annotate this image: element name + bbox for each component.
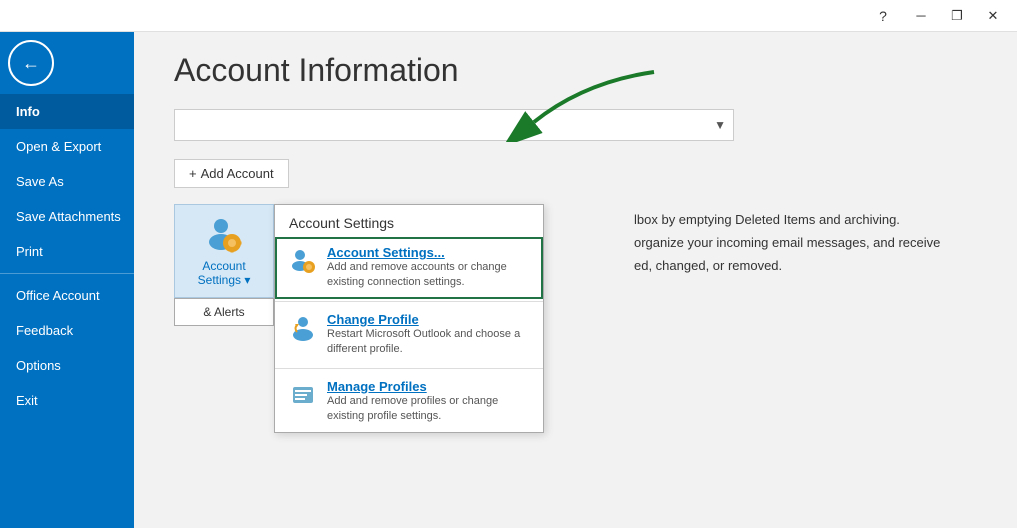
sidebar-item-exit[interactable]: Exit — [0, 383, 134, 418]
info-line-4: ed, changed, or removed. — [634, 258, 1017, 273]
sidebar-item-open-export[interactable]: Open & Export — [0, 129, 134, 164]
manage-profiles-menu-title: Manage Profiles — [327, 379, 531, 394]
window-controls: ? ─ ❐ ✕ — [869, 2, 1009, 30]
sidebar-item-print[interactable]: Print — [0, 234, 134, 269]
title-bar: ? ─ ❐ ✕ — [0, 0, 1017, 32]
sidebar-item-save-attachments[interactable]: Save Attachments — [0, 199, 134, 234]
settings-dropdown-menu: Account Settings Account Settings... A — [274, 204, 544, 433]
account-dropdown[interactable] — [174, 109, 734, 141]
alerts-bar-label: & Alerts — [203, 305, 244, 319]
change-profile-menu-icon — [287, 312, 319, 344]
info-line-1: lbox by emptying Deleted Items and archi… — [634, 212, 1017, 227]
alerts-bar[interactable]: & Alerts — [174, 298, 274, 326]
close-button[interactable]: ✕ — [977, 2, 1009, 30]
change-profile-menu-desc: Restart Microsoft Outlook and choose a d… — [327, 327, 531, 358]
sidebar-item-info[interactable]: Info — [0, 94, 134, 129]
change-profile-menu-text: Change Profile Restart Microsoft Outlook… — [327, 312, 531, 358]
account-settings-menu-text: Account Settings... Add and remove accou… — [327, 245, 531, 291]
change-profile-menu-title: Change Profile — [327, 312, 531, 327]
add-account-plus-icon: + — [189, 166, 197, 181]
menu-item-change-profile[interactable]: Change Profile Restart Microsoft Outlook… — [275, 304, 543, 366]
help-button[interactable]: ? — [869, 2, 897, 30]
main-content: Account Information ▼ + Add Account — [134, 32, 1017, 528]
sidebar-item-options[interactable]: Options — [0, 348, 134, 383]
app-body: ← Info Open & Export Save As Save Attach… — [0, 32, 1017, 528]
account-settings-btn-text: AccountSettings ▾ — [198, 259, 251, 287]
back-button[interactable]: ← — [8, 40, 54, 86]
add-account-label: Add Account — [201, 166, 274, 181]
menu-item-account-settings[interactable]: Account Settings... Add and remove accou… — [275, 237, 543, 299]
manage-profiles-menu-text: Manage Profiles Add and remove profiles … — [327, 379, 531, 425]
sidebar-item-feedback[interactable]: Feedback — [0, 313, 134, 348]
sidebar-divider — [0, 273, 134, 274]
manage-profiles-menu-icon — [287, 379, 319, 411]
menu-divider-1 — [275, 301, 543, 302]
settings-dropdown-title: Account Settings — [275, 205, 543, 237]
restore-button[interactable]: ❐ — [941, 2, 973, 30]
menu-item-manage-profiles[interactable]: Manage Profiles Add and remove profiles … — [275, 371, 543, 433]
account-settings-menu-title: Account Settings... — [327, 245, 531, 260]
info-line-3: organize your incoming email messages, a… — [634, 235, 1017, 250]
minimize-button[interactable]: ─ — [905, 2, 937, 30]
account-settings-icon — [204, 215, 244, 255]
info-text-area: lbox by emptying Deleted Items and archi… — [634, 212, 1017, 281]
account-dropdown-wrapper: ▼ — [174, 109, 734, 141]
account-settings-menu-desc: Add and remove accounts or change existi… — [327, 260, 531, 291]
account-settings-button[interactable]: AccountSettings ▾ — [174, 204, 274, 298]
page-title: Account Information — [174, 52, 977, 89]
sidebar: ← Info Open & Export Save As Save Attach… — [0, 32, 134, 528]
add-account-button[interactable]: + Add Account — [174, 159, 289, 188]
menu-divider-2 — [275, 368, 543, 369]
sidebar-item-save-as[interactable]: Save As — [0, 164, 134, 199]
manage-profiles-menu-desc: Add and remove profiles or change existi… — [327, 394, 531, 425]
sidebar-nav: Info Open & Export Save As Save Attachme… — [0, 94, 134, 528]
sidebar-item-office-account[interactable]: Office Account — [0, 278, 134, 313]
account-settings-menu-icon — [287, 245, 319, 277]
